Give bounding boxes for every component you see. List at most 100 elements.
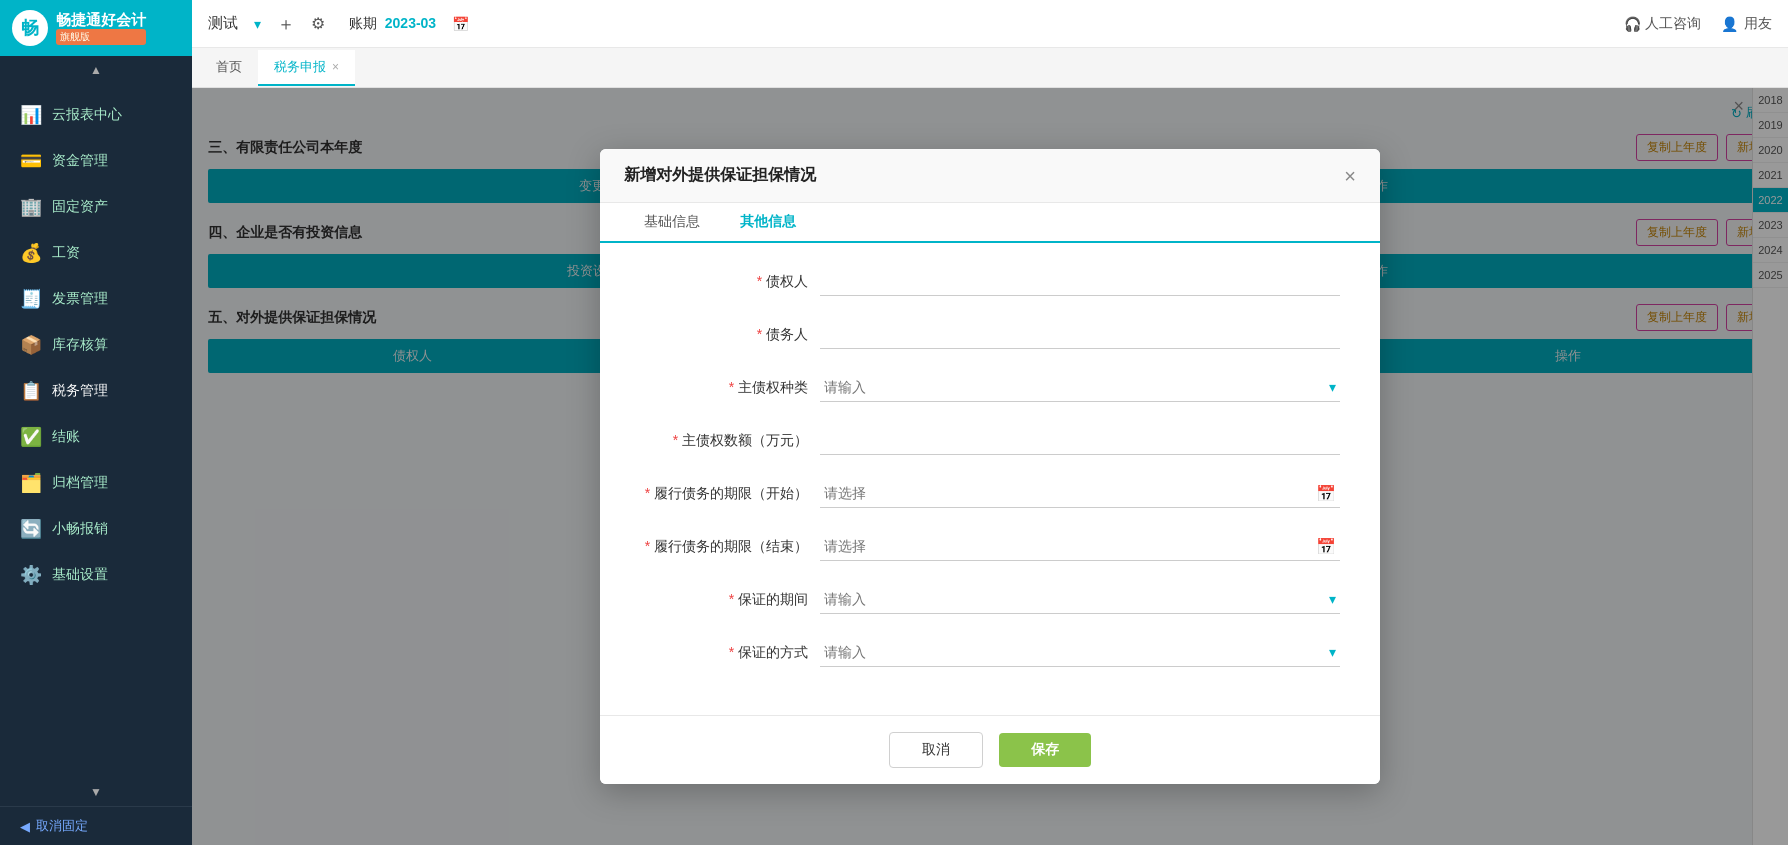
- select-claim-type: ▾: [820, 373, 1340, 402]
- label-claim-type: * 主债权种类: [640, 379, 820, 397]
- sidebar-item-basic[interactable]: ⚙️ 基础设置: [0, 552, 192, 598]
- content-area: ↻ 刷新 三、有限责任公司本年度 复制上年度 新增 变更时间 操作: [192, 88, 1788, 845]
- sidebar-item-inventory[interactable]: 📦 库存核算: [0, 322, 192, 368]
- calendar-icon-end[interactable]: 📅: [1312, 537, 1340, 556]
- sidebar-label-archive: 归档管理: [52, 474, 108, 492]
- sidebar-scroll-down[interactable]: ▼: [0, 778, 192, 806]
- debtor-text: 债务人: [766, 326, 808, 342]
- cloud-report-icon: 📊: [20, 104, 42, 126]
- creditor-text: 债权人: [766, 273, 808, 289]
- user-name: 用友: [1744, 15, 1772, 33]
- subtab-basic-label: 基础信息: [644, 213, 700, 229]
- debt-end-text: 履行债务的期限（结束）: [654, 538, 808, 554]
- sidebar-item-expense[interactable]: 🔄 小畅报销: [0, 506, 192, 552]
- unpin-icon: ◀: [20, 819, 30, 834]
- sidebar-item-fixed-asset[interactable]: 🏢 固定资产: [0, 184, 192, 230]
- logo-icon: 畅: [12, 10, 48, 46]
- required-mark-5: *: [645, 485, 650, 501]
- field-debtor: * 债务人: [640, 320, 1340, 349]
- period-text: 账期: [349, 15, 377, 31]
- sidebar-label-tax: 税务管理: [52, 382, 108, 400]
- tab-tax-report[interactable]: 税务申报 ×: [258, 50, 355, 86]
- sidebar-item-settle[interactable]: ✅ 结账: [0, 414, 192, 460]
- modal-subtabs: 基础信息 其他信息: [600, 203, 1380, 243]
- field-creditor: * 债权人: [640, 267, 1340, 296]
- logo-badge: 旗舰版: [56, 29, 146, 45]
- user-menu[interactable]: 👤 用友: [1721, 15, 1772, 33]
- save-button[interactable]: 保存: [999, 733, 1091, 767]
- guarantee-period-text: 保证的期间: [738, 591, 808, 607]
- field-debt-start: * 履行债务的期限（开始） 📅: [640, 479, 1340, 508]
- inventory-icon: 📦: [20, 334, 42, 356]
- settings-icon[interactable]: ⚙: [311, 14, 325, 33]
- required-mark-2: *: [757, 326, 762, 342]
- sidebar-unpin[interactable]: ◀ 取消固定: [0, 806, 192, 845]
- sidebar-item-fund[interactable]: 💳 资金管理: [0, 138, 192, 184]
- expense-icon: 🔄: [20, 518, 42, 540]
- calendar-icon-start[interactable]: 📅: [1312, 484, 1340, 503]
- salary-icon: 💰: [20, 242, 42, 264]
- label-guarantee-method: * 保证的方式: [640, 644, 820, 662]
- add-guarantee-modal: 新增对外提供保证担保情况 × 基础信息 其他信息: [600, 149, 1380, 784]
- app-logo: 畅 畅捷通好会计 旗舰版: [0, 0, 192, 56]
- sidebar-label-salary: 工资: [52, 244, 80, 262]
- company-chevron-icon[interactable]: ▾: [254, 16, 261, 32]
- modal-body: * 债权人 * 债务人: [600, 243, 1380, 715]
- label-creditor: * 债权人: [640, 273, 820, 291]
- input-debtor[interactable]: [820, 320, 1340, 349]
- tab-home[interactable]: 首页: [200, 50, 258, 86]
- invoice-icon: 🧾: [20, 288, 42, 310]
- cancel-button[interactable]: 取消: [889, 732, 983, 768]
- sidebar-label-inventory: 库存核算: [52, 336, 108, 354]
- subtab-other-info[interactable]: 其他信息: [720, 203, 816, 243]
- consult-button[interactable]: 🎧 人工咨询: [1624, 15, 1701, 33]
- input-debt-start[interactable]: [820, 479, 1312, 507]
- input-guarantee-method[interactable]: [820, 638, 1325, 666]
- tab-close-icon[interactable]: ×: [332, 60, 339, 74]
- input-claim-type[interactable]: [820, 373, 1325, 401]
- sidebar-label-expense: 小畅报销: [52, 520, 108, 538]
- sidebar-label-settle: 结账: [52, 428, 80, 446]
- sidebar-item-invoice[interactable]: 🧾 发票管理: [0, 276, 192, 322]
- required-mark-7: *: [729, 591, 734, 607]
- chevron-down-icon-claim[interactable]: ▾: [1325, 379, 1340, 395]
- logo-text: 畅捷通好会计: [56, 11, 146, 29]
- topbar-right: 🎧 人工咨询 👤 用友: [1624, 15, 1772, 33]
- input-claim-amount[interactable]: [820, 426, 1340, 455]
- tab-tax-report-label: 税务申报: [274, 58, 326, 76]
- basic-icon: ⚙️: [20, 564, 42, 586]
- logo-text-wrap: 畅捷通好会计 旗舰版: [56, 11, 146, 45]
- input-debt-end[interactable]: [820, 532, 1312, 560]
- date-debt-end: 📅: [820, 532, 1340, 561]
- modal-header: 新增对外提供保证担保情况 ×: [600, 149, 1380, 203]
- sidebar-label-fixed-asset: 固定资产: [52, 198, 108, 216]
- sidebar-label-invoice: 发票管理: [52, 290, 108, 308]
- sidebar-item-archive[interactable]: 🗂️ 归档管理: [0, 460, 192, 506]
- field-claim-amount: * 主债权数额（万元）: [640, 426, 1340, 455]
- archive-icon: 🗂️: [20, 472, 42, 494]
- input-creditor[interactable]: [820, 267, 1340, 296]
- headset-icon: 🎧: [1624, 16, 1641, 32]
- chevron-down-icon-period[interactable]: ▾: [1325, 591, 1340, 607]
- label-debt-end: * 履行债务的期限（结束）: [640, 538, 820, 556]
- modal-overlay: 新增对外提供保证担保情况 × 基础信息 其他信息: [192, 88, 1788, 845]
- required-mark-8: *: [729, 644, 734, 660]
- tab-home-label: 首页: [216, 58, 242, 76]
- input-guarantee-period[interactable]: [820, 585, 1325, 613]
- sidebar: 畅 畅捷通好会计 旗舰版 ▲ 📊 云报表中心 💳 资金管理 🏢 固定资产 💰 工…: [0, 0, 192, 845]
- sidebar-item-salary[interactable]: 💰 工资: [0, 230, 192, 276]
- modal-footer: 取消 保存: [600, 715, 1380, 784]
- main-area: 测试 ▾ ＋ ⚙ 账期 2023-03 📅 🎧 人工咨询 👤 用友 首页 税务申…: [192, 0, 1788, 845]
- tax-icon: 📋: [20, 380, 42, 402]
- date-debt-start: 📅: [820, 479, 1340, 508]
- sidebar-item-cloud-report[interactable]: 📊 云报表中心: [0, 92, 192, 138]
- add-icon[interactable]: ＋: [277, 12, 295, 36]
- calendar-icon[interactable]: 📅: [452, 16, 469, 32]
- sidebar-scroll-up[interactable]: ▲: [0, 56, 192, 84]
- modal-close-button[interactable]: ×: [1344, 166, 1356, 186]
- sidebar-nav: 📊 云报表中心 💳 资金管理 🏢 固定资产 💰 工资 🧾 发票管理 📦 库存核算…: [0, 84, 192, 778]
- sidebar-item-tax[interactable]: 📋 税务管理: [0, 368, 192, 414]
- chevron-down-icon-method[interactable]: ▾: [1325, 644, 1340, 660]
- subtab-basic-info[interactable]: 基础信息: [624, 203, 720, 241]
- sidebar-label-basic: 基础设置: [52, 566, 108, 584]
